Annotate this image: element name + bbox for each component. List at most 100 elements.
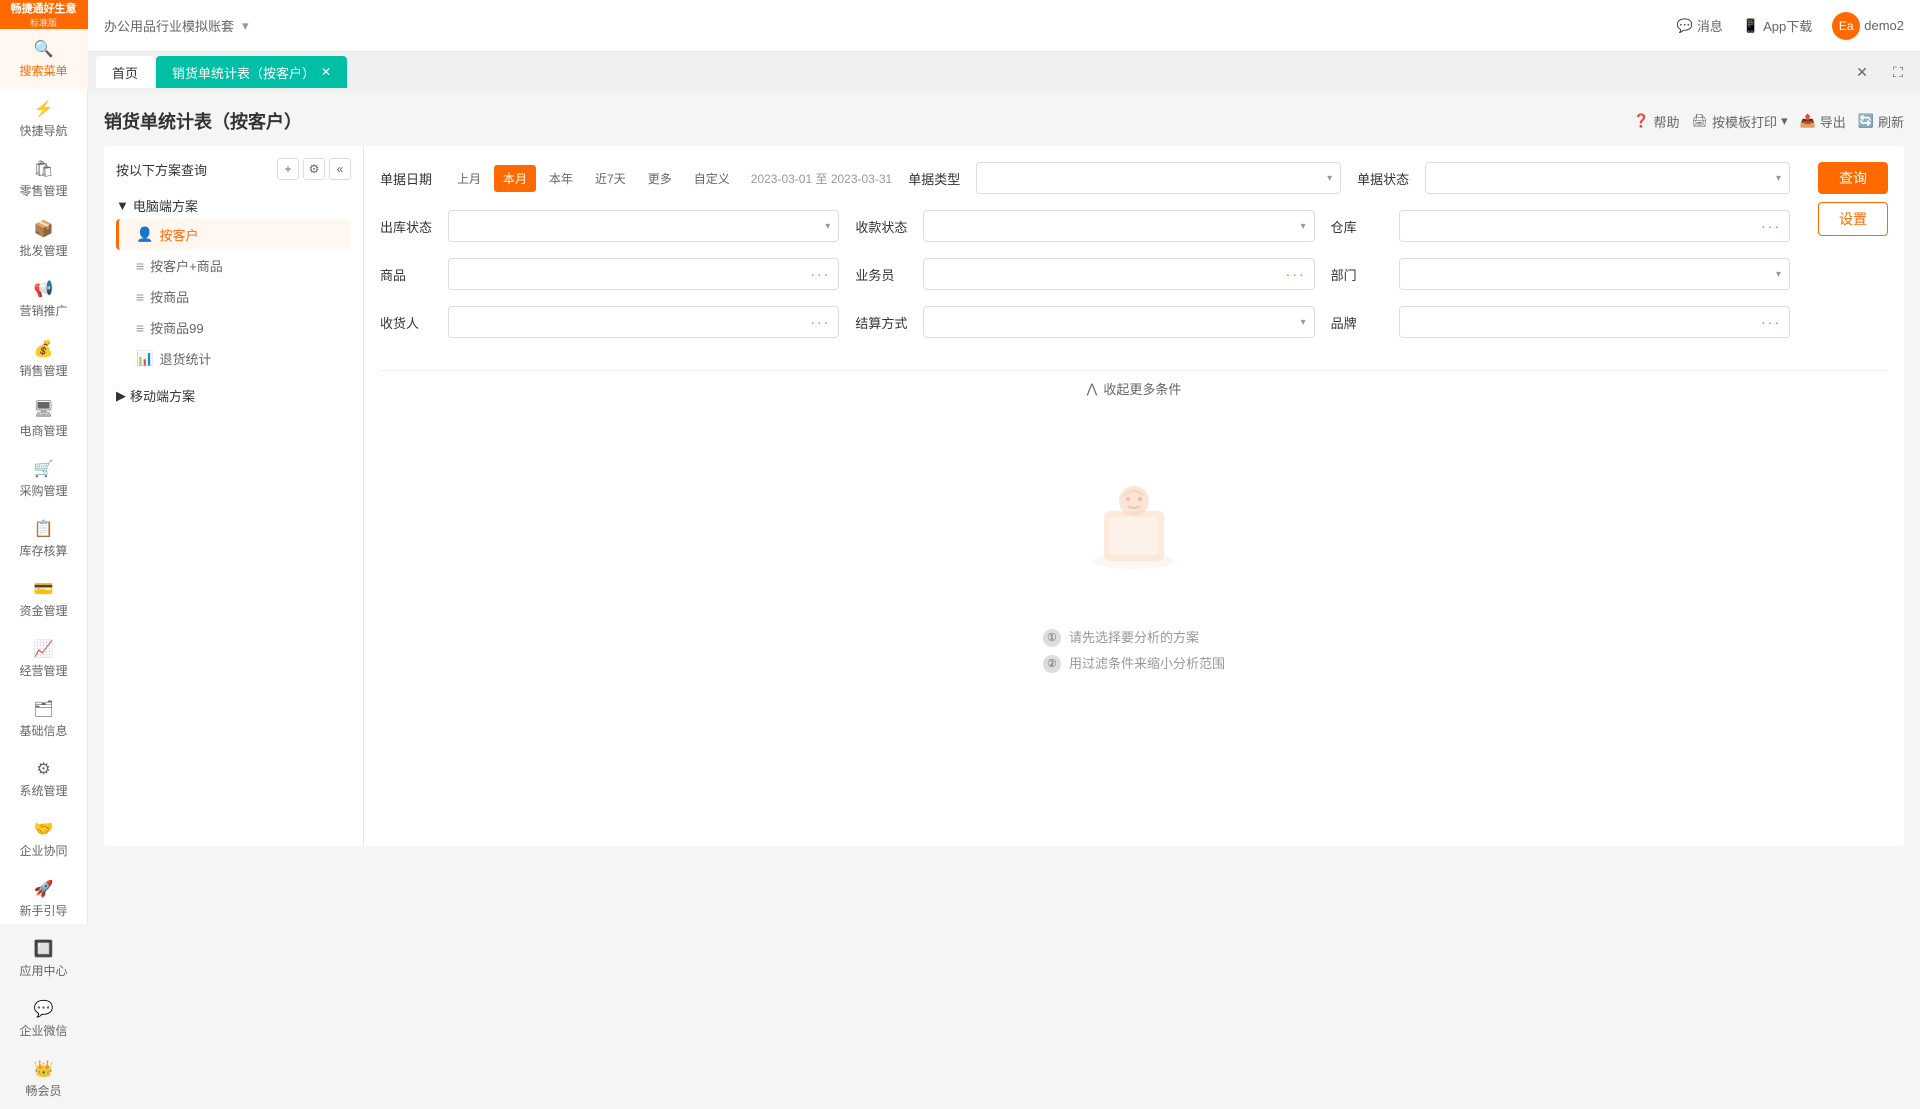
scheme-item-label-product99: 按商品99 — [150, 318, 203, 337]
sidebar-label-wechat: 企业微信 — [19, 1022, 67, 1039]
tab-home[interactable]: 首页 — [96, 56, 154, 88]
sidebar-item-guide[interactable]: 🚀 新手引导 — [0, 869, 88, 929]
sidebar-item-member[interactable]: 👑 畅会员 — [0, 1049, 88, 1109]
collapse-more-button[interactable]: ⋀ 收起更多条件 — [380, 370, 1888, 406]
date-range: 2023-03-01 至 2023-03-31 — [751, 170, 892, 187]
industry-title: 办公用品行业模拟账套 — [104, 16, 234, 35]
filter-field-settlement: 结算方式 ▾ — [855, 306, 1314, 338]
main-area: 办公用品行业模拟账套 ▾ 💬 消息 📱 App下载 Ea demo2 首页 — [88, 0, 1920, 924]
sidebar-label-sales: 销售管理 — [19, 362, 67, 379]
settlement-chevron: ▾ — [1301, 317, 1306, 328]
help-label: 帮助 — [1654, 112, 1680, 131]
receipt-status-control[interactable]: ▾ — [923, 210, 1314, 242]
brand-dots[interactable]: ··· — [1761, 314, 1781, 330]
sidebar-item-inventory[interactable]: 📋 库存核算 — [0, 509, 88, 569]
consignee-dots[interactable]: ··· — [810, 314, 830, 330]
sidebar-label-appcenter: 应用中心 — [19, 962, 67, 979]
warehouse-dots[interactable]: ··· — [1761, 218, 1781, 234]
sidebar-item-system[interactable]: ⚙ 系统管理 — [0, 749, 88, 809]
marketing-icon: 📢 — [34, 279, 54, 299]
scheme-item-label-customer-product: 按客户+商品 — [150, 256, 223, 275]
product-control[interactable]: ··· — [448, 258, 839, 290]
help-button[interactable]: ❓ 帮助 — [1633, 112, 1679, 131]
date-this-month[interactable]: 本月 — [494, 165, 536, 192]
sidebar-item-search[interactable]: 🔍 搜索菜单 — [0, 29, 88, 89]
filter-field-consignee: 收货人 ··· — [380, 306, 839, 338]
logo-sub: 标准版 — [30, 16, 57, 29]
scheme-group-mobile-title[interactable]: ▶ 移动端方案 — [116, 382, 351, 409]
date-this-year[interactable]: 本年 — [540, 165, 582, 192]
sidebar-label-ecommerce: 电商管理 — [19, 422, 67, 439]
app-download-button[interactable]: 📱 App下载 — [1743, 16, 1812, 35]
scheme-item-by-return[interactable]: 📊 退货统计 — [116, 343, 351, 374]
sidebar-item-wholesale[interactable]: 📦 批发管理 — [0, 209, 88, 269]
scheme-item-by-product99[interactable]: ≡ 按商品99 — [116, 312, 351, 343]
print-button[interactable]: 🖨 按模板打印 ▾ — [1692, 112, 1788, 131]
product-dots[interactable]: ··· — [810, 266, 830, 282]
filter-field-salesperson: 业务员 ··· — [855, 258, 1314, 290]
industry-dropdown-icon[interactable]: ▾ — [242, 18, 249, 34]
sidebar-item-ecommerce[interactable]: 🖥 电商管理 — [0, 389, 88, 449]
sidebar-item-sales[interactable]: 💰 销售管理 — [0, 329, 88, 389]
scheme-item-by-customer[interactable]: 👤 按客户 — [116, 219, 351, 250]
out-status-label: 出库状态 — [380, 217, 440, 236]
out-status-control[interactable]: ▾ — [448, 210, 839, 242]
collapse-label: 收起更多条件 — [1103, 379, 1181, 398]
tab-close-all-button[interactable]: ✕ — [1848, 58, 1876, 86]
brand-control[interactable]: ··· — [1399, 306, 1790, 338]
sidebar-item-wechat[interactable]: 💬 企业微信 — [0, 989, 88, 1049]
settlement-control[interactable]: ▾ — [923, 306, 1314, 338]
scheme-group-desktop-title[interactable]: ▼ 电脑端方案 — [116, 192, 351, 219]
date-more[interactable]: 更多 — [639, 165, 681, 192]
salesperson-dots[interactable]: ··· — [1286, 266, 1306, 282]
tab-expand-button[interactable]: ⛶ — [1884, 58, 1912, 86]
sidebar-label-search: 搜索菜单 — [19, 62, 67, 79]
receipt-status-label: 收款状态 — [855, 217, 915, 236]
scheme-item-by-customer-product[interactable]: ≡ 按客户+商品 — [116, 250, 351, 281]
query-button[interactable]: 查询 — [1818, 162, 1888, 194]
settings-button[interactable]: 设置 — [1818, 202, 1888, 236]
date-last7[interactable]: 近7天 — [586, 165, 635, 192]
page-header: 销货单统计表（按客户） ❓ 帮助 🖨 按模板打印 ▾ 📤 导出 🔄 刷新 — [104, 108, 1904, 134]
salesperson-control[interactable]: ··· — [923, 258, 1314, 290]
sidebar-item-operation[interactable]: 📈 经营管理 — [0, 629, 88, 689]
scheme-add-button[interactable]: + — [277, 158, 299, 180]
sidebar-item-appcenter[interactable]: 🔲 应用中心 — [0, 929, 88, 989]
date-prev-month[interactable]: 上月 — [448, 165, 490, 192]
date-group: 上月 本月 本年 近7天 更多 自定义 — [448, 165, 739, 192]
refresh-button[interactable]: 🔄 刷新 — [1858, 112, 1904, 131]
scheme-collapse-button[interactable]: « — [329, 158, 351, 180]
sidebar-item-retail[interactable]: 🛍 零售管理 — [0, 149, 88, 209]
scheme-header: 按以下方案查询 + ⚙ « — [116, 158, 351, 180]
consignee-control[interactable]: ··· — [448, 306, 839, 338]
sidebar-item-basic[interactable]: 🗂 基础信息 — [0, 689, 88, 749]
scheme-settings-button[interactable]: ⚙ — [303, 158, 325, 180]
sidebar-item-enterprise[interactable]: 🤝 企业协同 — [0, 809, 88, 869]
user-profile[interactable]: Ea demo2 — [1832, 12, 1904, 40]
tab-sales-stat[interactable]: 销货单统计表（按客户） ✕ — [156, 56, 347, 88]
sidebar-item-quicknav[interactable]: ⚡ 快捷导航 — [0, 89, 88, 149]
order-type-control[interactable]: ▾ — [976, 162, 1341, 194]
scheme-item-by-product[interactable]: ≡ 按商品 — [116, 281, 351, 312]
message-button[interactable]: 💬 消息 — [1677, 16, 1723, 35]
sidebar-item-marketing[interactable]: 📢 营销推广 — [0, 269, 88, 329]
logo-text: 畅捷通好生意 — [11, 0, 77, 16]
scheme-group-label-mobile: 移动端方案 — [130, 386, 195, 405]
export-button[interactable]: 📤 导出 — [1800, 112, 1846, 131]
basic-icon: 🗂 — [33, 699, 53, 719]
print-label: 按模板打印 — [1712, 112, 1777, 131]
order-type-label: 单据类型 — [908, 169, 968, 188]
out-status-chevron: ▾ — [825, 221, 830, 232]
date-custom[interactable]: 自定义 — [685, 165, 739, 192]
scheme-item-label-return: 退货统计 — [159, 349, 211, 368]
warehouse-control[interactable]: ··· — [1399, 210, 1790, 242]
sidebar-item-finance[interactable]: 💳 资金管理 — [0, 569, 88, 629]
filter-field-department: 部门 ▾ — [1331, 258, 1790, 290]
sidebar-item-purchase[interactable]: 🛒 采购管理 — [0, 449, 88, 509]
tab-close-icon[interactable]: ✕ — [321, 65, 331, 79]
topbar-left: 办公用品行业模拟账套 ▾ — [104, 16, 249, 35]
finance-icon: 💳 — [34, 579, 54, 599]
sidebar-label-wholesale: 批发管理 — [19, 242, 67, 259]
department-control[interactable]: ▾ — [1399, 258, 1790, 290]
order-status-control[interactable]: ▾ — [1425, 162, 1790, 194]
